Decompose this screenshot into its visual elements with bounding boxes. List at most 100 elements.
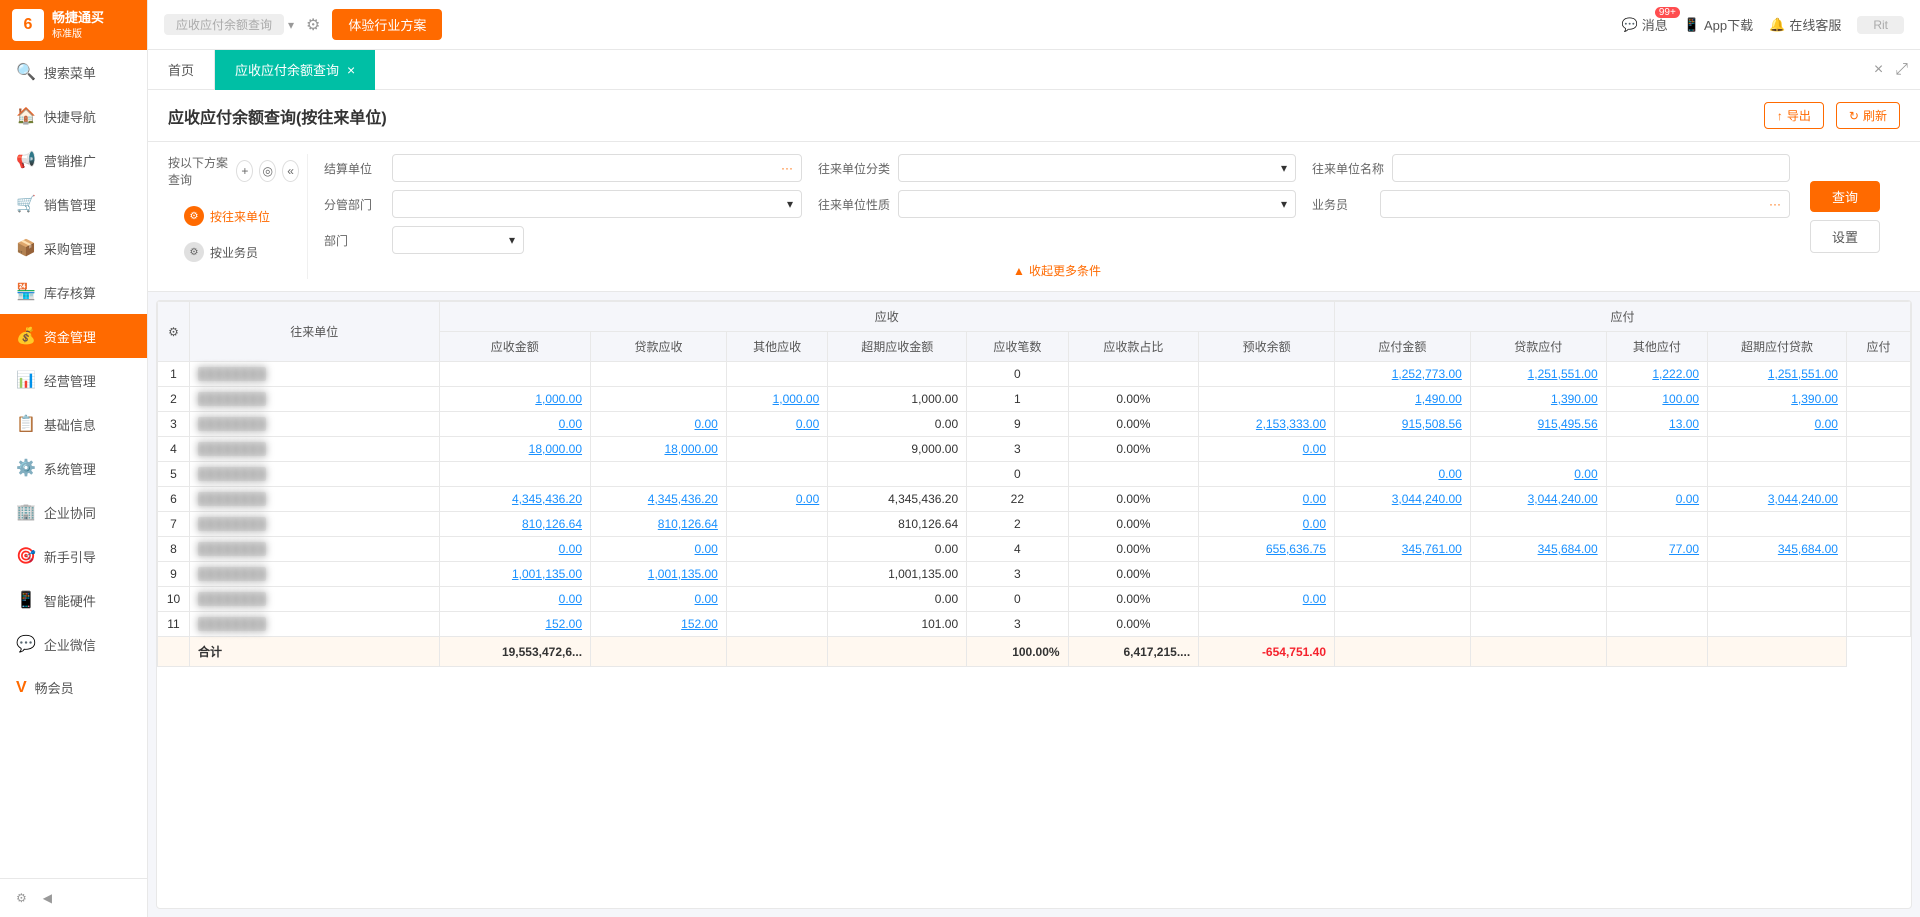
sidebar-item-label: 营销推广 bbox=[44, 151, 96, 170]
user-profile[interactable]: Rit bbox=[1857, 16, 1904, 34]
sidebar-item-wechat[interactable]: 💬 企业微信 bbox=[0, 622, 147, 666]
table-row: 4████████18,000.0018,000.009,000.0030.00… bbox=[158, 437, 1911, 462]
partner-category-input[interactable] bbox=[898, 154, 1296, 182]
col-payable-amount: 应付金额 bbox=[1335, 332, 1471, 362]
tab-close-icon[interactable]: × bbox=[347, 63, 355, 77]
collapse-btn[interactable]: ▲ 收起更多条件 bbox=[324, 262, 1790, 279]
basic-info-icon: 📋 bbox=[16, 414, 36, 434]
solution-button[interactable]: 体验行业方案 bbox=[332, 9, 442, 40]
sidebar-item-search-menu[interactable]: 🔍 搜索菜单 bbox=[0, 50, 147, 94]
col-partner-header: 往来单位 bbox=[190, 302, 440, 362]
smart-hw-icon: 📱 bbox=[16, 590, 36, 610]
department-input[interactable] bbox=[392, 190, 802, 218]
sidebar-item-inventory[interactable]: 🏪 库存核算 bbox=[0, 270, 147, 314]
sidebar-settings-icon[interactable]: ⚙ bbox=[16, 891, 27, 905]
sidebar-item-purchase[interactable]: 📦 采购管理 bbox=[0, 226, 147, 270]
sidebar-item-label: 畅会员 bbox=[35, 678, 74, 697]
sidebar-collapse-icon[interactable]: ◀ bbox=[43, 891, 52, 905]
filter-add-btn[interactable]: + bbox=[236, 160, 253, 182]
refresh-icon: ↻ bbox=[1849, 109, 1859, 123]
page-header: 应收应付余额查询(按往来单位) ↑ 导出 ↻ 刷新 bbox=[148, 90, 1920, 142]
filter-scheme-partner[interactable]: ⚙ 按往来单位 bbox=[168, 198, 299, 234]
close-window-icon[interactable]: × bbox=[1874, 61, 1883, 79]
sidebar: 6 畅捷通买 标准版 🔍 搜索菜单 🏠 快捷导航 📢 营销推广 🛒 销售管理 📦… bbox=[0, 0, 148, 917]
settings-button[interactable]: 设置 bbox=[1810, 220, 1880, 253]
service-icon: 🔔 bbox=[1769, 17, 1785, 33]
table-wrapper: ⚙ 往来单位 应收 应付 应收金额 贷款应收 其他应收 超期应收金额 应收笔数 … bbox=[156, 300, 1912, 909]
filter-label: 按以下方案查询 bbox=[168, 154, 230, 188]
filter-partner-name: 往来单位名称 bbox=[1312, 154, 1790, 182]
system-icon: ⚙️ bbox=[16, 458, 36, 478]
breadcrumb-chevron: ▾ bbox=[288, 18, 294, 32]
export-button[interactable]: ↑ 导出 bbox=[1764, 102, 1824, 129]
sidebar-item-system[interactable]: ⚙️ 系统管理 bbox=[0, 446, 147, 490]
online-service-label: 在线客服 bbox=[1789, 15, 1841, 34]
partner-name-input[interactable] bbox=[1392, 154, 1790, 182]
page-title: 应收应付余额查询(按往来单位) bbox=[168, 104, 387, 128]
settlement-unit-label: 结算单位 bbox=[324, 160, 384, 177]
settlement-unit-input[interactable]: ··· bbox=[392, 154, 802, 182]
sidebar-item-label: 搜索菜单 bbox=[44, 63, 96, 82]
sidebar-item-label: 采购管理 bbox=[44, 239, 96, 258]
guide-icon: 🎯 bbox=[16, 546, 36, 566]
partner-nature-input[interactable] bbox=[898, 190, 1296, 218]
refresh-button[interactable]: ↻ 刷新 bbox=[1836, 102, 1900, 129]
wechat-icon: 💬 bbox=[16, 634, 36, 654]
query-button[interactable]: 查询 bbox=[1810, 181, 1880, 212]
table-settings-icon[interactable]: ⚙ bbox=[168, 325, 179, 339]
sales-icon: 🛒 bbox=[16, 194, 36, 214]
sidebar-item-sales[interactable]: 🛒 销售管理 bbox=[0, 182, 147, 226]
sidebar-item-label: 库存核算 bbox=[44, 283, 96, 302]
app-download-btn[interactable]: 📱 App下载 bbox=[1684, 15, 1753, 34]
sidebar-item-operations[interactable]: 📊 经营管理 bbox=[0, 358, 147, 402]
content-area: 应收应付余额查询(按往来单位) ↑ 导出 ↻ 刷新 按以下方案查询 bbox=[148, 90, 1920, 917]
sidebar-item-guide[interactable]: 🎯 新手引导 bbox=[0, 534, 147, 578]
online-service-btn[interactable]: 🔔 在线客服 bbox=[1769, 15, 1841, 34]
sidebar-item-smart-hw[interactable]: 📱 智能硬件 bbox=[0, 578, 147, 622]
filter-collapse-btn[interactable]: « bbox=[282, 160, 299, 182]
table-footer-row: 合计 19,553,472,6... 100.00% 6,417,215....… bbox=[158, 637, 1911, 667]
filter-target-btn[interactable]: ◎ bbox=[259, 160, 276, 182]
sidebar-item-label: 新手引导 bbox=[44, 547, 96, 566]
search-menu-icon: 🔍 bbox=[16, 62, 36, 82]
sidebar-item-label: 经营管理 bbox=[44, 371, 96, 390]
tab-active[interactable]: 应收应付余额查询 × bbox=[215, 50, 375, 90]
dept-input[interactable] bbox=[392, 226, 524, 254]
logo-icon: 6 bbox=[12, 9, 44, 41]
gear-icon[interactable]: ⚙ bbox=[306, 15, 320, 35]
col-receivable-amount: 应收金额 bbox=[439, 332, 590, 362]
table-row: 9████████1,001,135.001,001,135.001,001,1… bbox=[158, 562, 1911, 587]
col-overdue-payable: 超期应付贷款 bbox=[1708, 332, 1847, 362]
partner-category-label: 往来单位分类 bbox=[818, 160, 890, 177]
home-icon: 🏠 bbox=[16, 106, 36, 126]
table-settings-header[interactable]: ⚙ bbox=[158, 302, 190, 362]
sidebar-item-basic-info[interactable]: 📋 基础信息 bbox=[0, 402, 147, 446]
col-other-payable: 其他应付 bbox=[1606, 332, 1707, 362]
filter-scheme-salesperson[interactable]: ⚙ 按业务员 bbox=[168, 234, 299, 270]
col-other-receivable: 其他应收 bbox=[726, 332, 827, 362]
app-download-label: App下载 bbox=[1704, 15, 1753, 34]
salesperson-input[interactable]: ··· bbox=[1380, 190, 1790, 218]
footer-empty7 bbox=[1606, 637, 1707, 667]
filter-fields: 结算单位 ··· 往来单位分类 往来单位名称 bbox=[308, 154, 1790, 279]
sidebar-item-label: 基础信息 bbox=[44, 415, 96, 434]
sidebar-item-member[interactable]: V 畅会员 bbox=[0, 666, 147, 709]
sidebar-item-quick-nav[interactable]: 🏠 快捷导航 bbox=[0, 94, 147, 138]
partner-name-label: 往来单位名称 bbox=[1312, 160, 1384, 177]
sidebar-item-enterprise[interactable]: 🏢 企业协同 bbox=[0, 490, 147, 534]
top-bar: 应收应付余额查询 ▾ ⚙ 体验行业方案 💬 消息 99+ 📱 App下载 🔔 在… bbox=[148, 0, 1920, 50]
col-loan-receivable: 贷款应收 bbox=[591, 332, 727, 362]
chevron-down-icon3 bbox=[1281, 197, 1287, 211]
tab-home[interactable]: 首页 bbox=[148, 50, 215, 90]
messages-btn[interactable]: 💬 消息 99+ bbox=[1622, 15, 1668, 34]
footer-advance-total: 6,417,215.... bbox=[1068, 637, 1199, 667]
maximize-icon[interactable]: ⤢ bbox=[1895, 61, 1908, 79]
sidebar-item-finance[interactable]: 💰 资金管理 bbox=[0, 314, 147, 358]
chevron-down-icon2 bbox=[787, 197, 793, 211]
filter-scheme-panel: 按以下方案查询 + ◎ « ⚙ 按往来单位 ⚙ 按业务员 bbox=[168, 154, 308, 279]
sidebar-item-marketing[interactable]: 📢 营销推广 bbox=[0, 138, 147, 182]
col-receivable-ratio: 应收款占比 bbox=[1068, 332, 1199, 362]
purchase-icon: 📦 bbox=[16, 238, 36, 258]
breadcrumb-text: 应收应付余额查询 bbox=[164, 14, 284, 35]
tab-active-label: 应收应付余额查询 bbox=[235, 60, 339, 79]
